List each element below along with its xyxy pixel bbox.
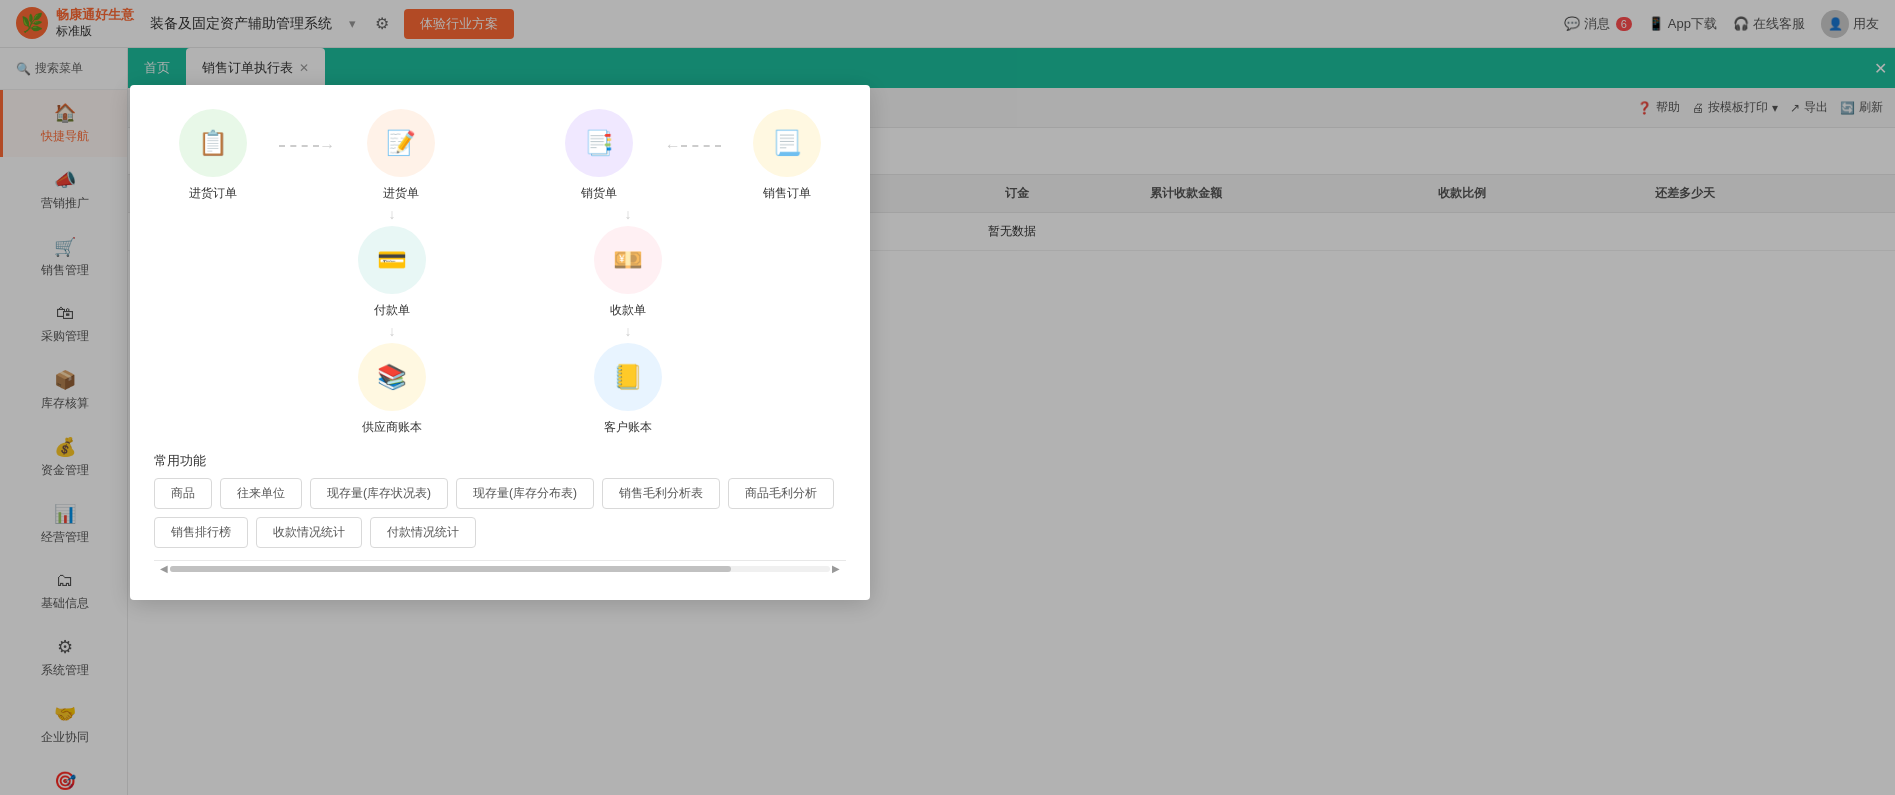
purchase-bill-label: 进货单 [383,185,419,202]
func-btn-payment-stat[interactable]: 付款情况统计 [370,517,476,548]
sales-bill-circle: 📑 [565,109,633,177]
func-btn-sales-rank[interactable]: 销售排行榜 [154,517,248,548]
func-buttons-row1: 商品 往来单位 现存量(库存状况表) 现存量(库存分布表) 销售毛利分析表 商品… [154,478,846,509]
modal-overlay[interactable]: 📋 进货订单 → 📝 进货单 [0,0,1895,795]
scroll-indicator: ◀ ▶ [154,560,846,576]
flow-item-purchase-bill[interactable]: 📝 进货单 [351,109,451,202]
scroll-thumb [170,566,731,572]
sales-order-circle: 📃 [753,109,821,177]
customer-ledger-label: 客户账本 [604,419,652,436]
payment-label: 付款单 [374,302,410,319]
scroll-right-icon[interactable]: ▶ [830,563,842,574]
func-buttons-row2: 销售排行榜 收款情况统计 付款情况统计 [154,517,846,548]
sales-order-icon: 📃 [772,129,802,157]
scroll-track[interactable] [170,566,830,572]
func-btn-sales-profit[interactable]: 销售毛利分析表 [602,478,720,509]
scroll-left-icon[interactable]: ◀ [158,563,170,574]
flow-item-supplier-ledger[interactable]: 📚 供应商账本 [342,343,442,436]
flow-item-payment[interactable]: 💳 付款单 [342,226,442,319]
supplier-ledger-icon: 📚 [377,363,407,391]
func-btn-partner[interactable]: 往来单位 [220,478,302,509]
receipt-label: 收款单 [610,302,646,319]
func-btn-product-profit[interactable]: 商品毛利分析 [728,478,834,509]
payment-circle: 💳 [358,226,426,294]
flow-item-sales-bill[interactable]: 📑 销货单 [549,109,649,202]
quick-guide-modal: 📋 进货订单 → 📝 进货单 [130,85,870,600]
flow-item-sales-order[interactable]: 📃 销售订单 [737,109,837,202]
func-btn-product[interactable]: 商品 [154,478,212,509]
func-btn-stock-status[interactable]: 现存量(库存状况表) [310,478,448,509]
purchase-order-circle: 📋 [179,109,247,177]
payment-icon: 💳 [377,246,407,274]
common-functions-title: 常用功能 [154,452,846,470]
flow-item-purchase-order[interactable]: 📋 进货订单 [163,109,263,202]
purchase-bill-icon: 📝 [386,129,416,157]
customer-ledger-icon: 📒 [613,363,643,391]
sales-bill-label: 销货单 [581,185,617,202]
supplier-ledger-label: 供应商账本 [362,419,422,436]
func-btn-stock-dist[interactable]: 现存量(库存分布表) [456,478,594,509]
purchase-bill-circle: 📝 [367,109,435,177]
sales-order-label: 销售订单 [763,185,811,202]
receipt-circle: 💴 [594,226,662,294]
flow-section: 📋 进货订单 → 📝 进货单 [154,109,846,436]
common-functions: 常用功能 商品 往来单位 现存量(库存状况表) 现存量(库存分布表) 销售毛利分… [154,452,846,548]
sales-bill-icon: 📑 [584,129,614,157]
supplier-ledger-circle: 📚 [358,343,426,411]
func-btn-receipt-stat[interactable]: 收款情况统计 [256,517,362,548]
receipt-icon: 💴 [613,246,643,274]
flow-item-customer-ledger[interactable]: 📒 客户账本 [578,343,678,436]
customer-ledger-circle: 📒 [594,343,662,411]
purchase-order-label: 进货订单 [189,185,237,202]
flow-item-receipt[interactable]: 💴 收款单 [578,226,678,319]
purchase-order-icon: 📋 [198,129,228,157]
